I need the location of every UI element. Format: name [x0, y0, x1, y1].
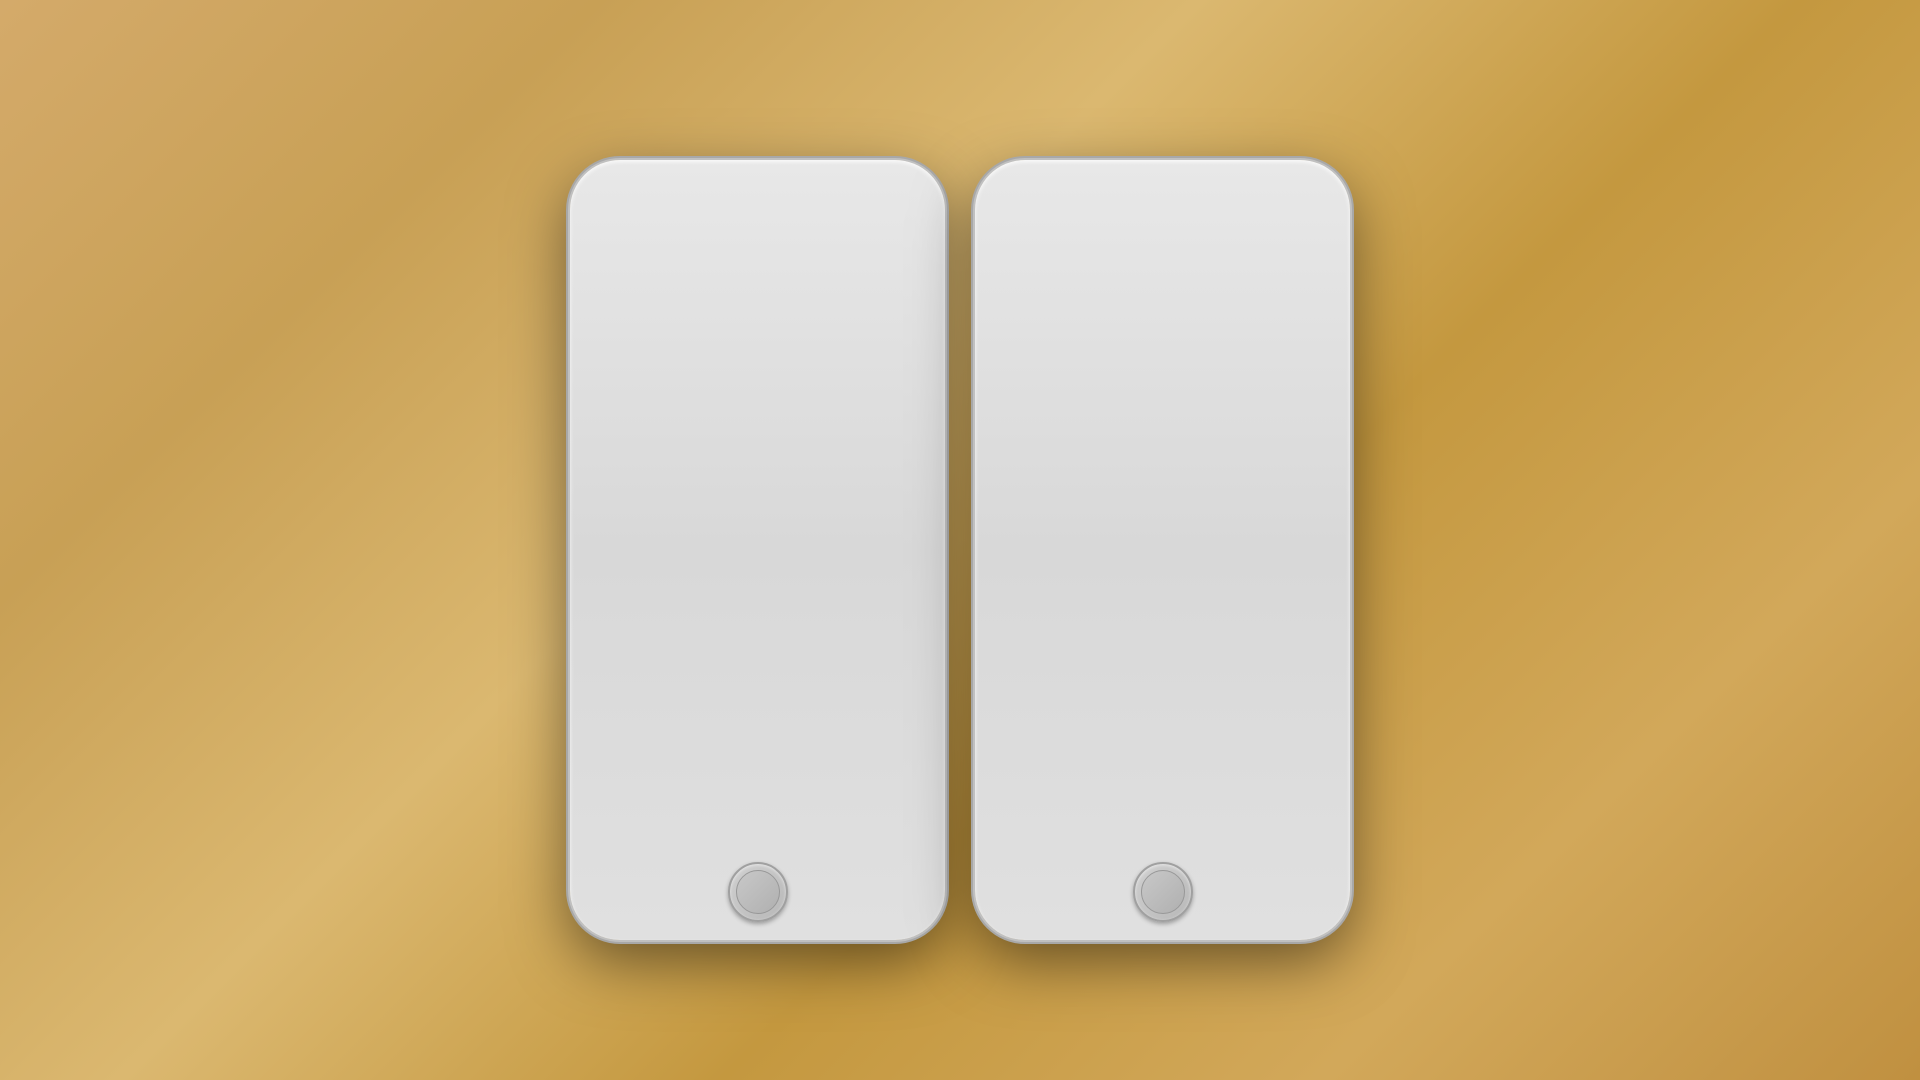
iphone-left: No SIM ▲ 06:39 ⊹ 71% "Who are	[570, 160, 945, 940]
home-button-right[interactable]	[1133, 862, 1193, 922]
home-button-left[interactable]	[728, 862, 788, 922]
phones-container: No SIM ▲ 06:39 ⊹ 71% "Who are	[570, 140, 1350, 940]
iphone-right: No SIM ▲ 06:39 ⊹ I don't know what you	[975, 160, 1350, 940]
